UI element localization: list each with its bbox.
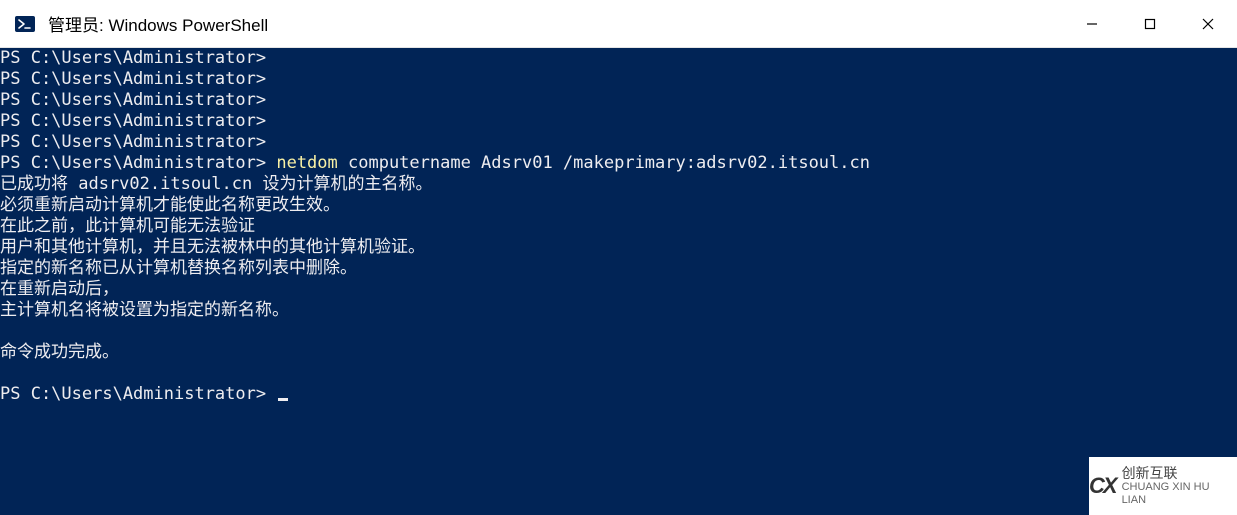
titlebar[interactable]: 管理员: Windows PowerShell [0, 0, 1237, 48]
close-button[interactable] [1179, 0, 1237, 47]
minimize-button[interactable] [1063, 0, 1121, 47]
output-line: 用户和其他计算机，并且无法被林中的其他计算机验证。 [0, 237, 1237, 258]
prompt-line: PS C:\Users\Administrator> [0, 111, 1237, 132]
watermark-text-zh: 创新互联 [1122, 465, 1237, 481]
cursor [278, 398, 288, 401]
watermark-logo: CX [1089, 473, 1116, 499]
prompt-text: PS C:\Users\Administrator> [0, 384, 276, 404]
window-title: 管理员: Windows PowerShell [48, 11, 268, 36]
output-line: 已成功将 adsrv02.itsoul.cn 设为计算机的主名称。 [0, 174, 1237, 195]
maximize-button[interactable] [1121, 0, 1179, 47]
prompt-text: PS C:\Users\Administrator> [0, 153, 276, 173]
output-line: 在重新启动后， [0, 279, 1237, 300]
output-line: 在此之前，此计算机可能无法验证 [0, 216, 1237, 237]
watermark-badge: CX 创新互联 CHUANG XIN HU LIAN [1089, 457, 1237, 515]
watermark-text-en: CHUANG XIN HU LIAN [1122, 481, 1237, 507]
command-line: PS C:\Users\Administrator> netdom comput… [0, 153, 1237, 174]
command-keyword: netdom [276, 153, 337, 173]
output-line [0, 321, 1237, 342]
prompt-line-active: PS C:\Users\Administrator> [0, 384, 1237, 405]
output-line: 命令成功完成。 [0, 342, 1237, 363]
prompt-line: PS C:\Users\Administrator> [0, 48, 1237, 69]
output-line: 主计算机名将被设置为指定的新名称。 [0, 300, 1237, 321]
output-line: 指定的新名称已从计算机替换名称列表中删除。 [0, 258, 1237, 279]
output-line: 必须重新启动计算机才能使此名称更改生效。 [0, 195, 1237, 216]
terminal-viewport[interactable]: PS C:\Users\Administrator> PS C:\Users\A… [0, 48, 1237, 515]
output-line [0, 363, 1237, 384]
prompt-line: PS C:\Users\Administrator> [0, 90, 1237, 111]
command-args: computername Adsrv01 /makeprimary:adsrv0… [338, 153, 870, 173]
powershell-icon [14, 13, 36, 35]
window-controls [1063, 0, 1237, 47]
window-root: 管理员: Windows PowerShell PS C:\Users\Admi… [0, 0, 1237, 515]
prompt-line: PS C:\Users\Administrator> [0, 132, 1237, 153]
prompt-line: PS C:\Users\Administrator> [0, 69, 1237, 90]
